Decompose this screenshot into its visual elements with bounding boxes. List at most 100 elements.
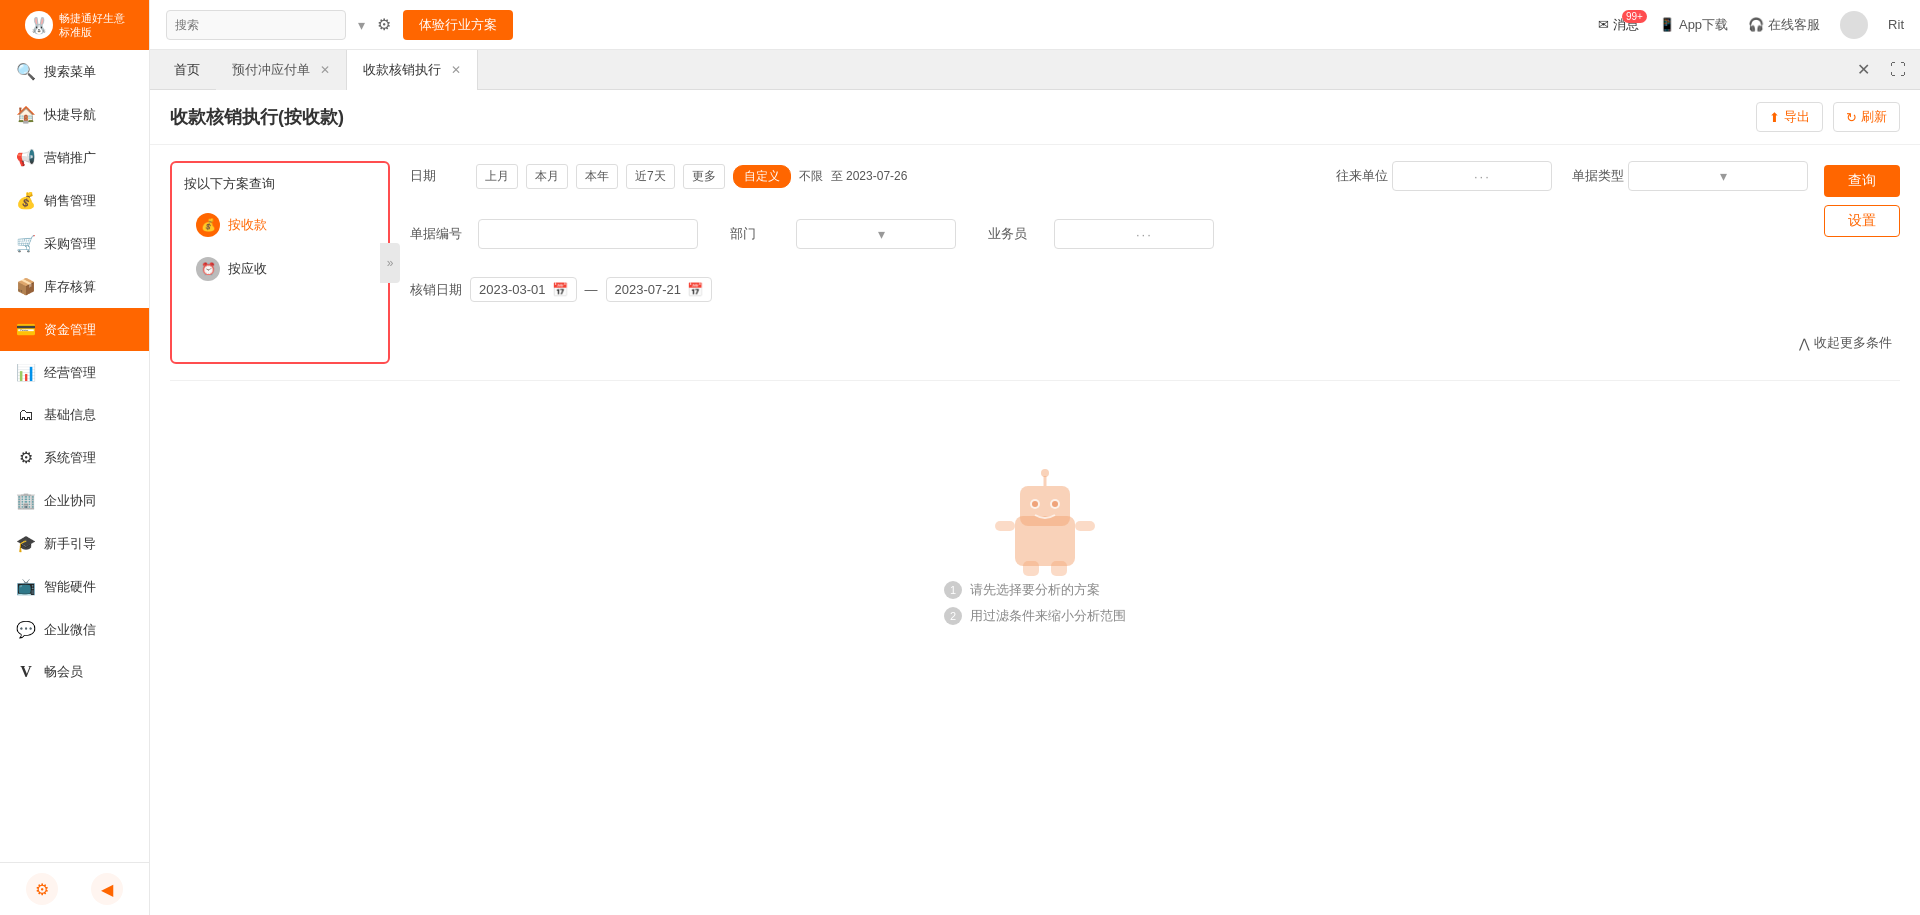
app-icon: 📱 [1659,17,1675,32]
calendar-start-icon: 📅 [552,282,568,297]
logo-icon: 🐰 [25,11,53,39]
counterpart-select[interactable]: ··· [1392,161,1552,191]
service-icon: 🎧 [1748,17,1764,32]
logo-text: 畅捷通好生意 标准版 [59,11,125,40]
tab-prepay-close-icon[interactable]: ✕ [320,63,330,77]
sidebar-item-member[interactable]: V 畅会员 [0,651,149,693]
sidebar-item-sales[interactable]: 💰 销售管理 [0,179,149,222]
sidebar-item-enterprise[interactable]: 🏢 企业协同 [0,479,149,522]
system-icon: ⚙ [16,448,36,467]
sidebar-item-search[interactable]: 🔍 搜索菜单 [0,50,149,93]
filter-receivable-icon: ⏰ [196,257,220,281]
date-this-month-btn[interactable]: 本月 [526,164,568,189]
sidebar-item-purchase[interactable]: 🛒 采购管理 [0,222,149,265]
close-tab-icon[interactable]: ✕ [1851,60,1876,79]
counterpart-label: 往来单位 [1336,167,1388,185]
export-button[interactable]: ⬆ 导出 [1756,102,1823,132]
tip-num-1: 1 [944,581,962,599]
sidebar-item-inventory[interactable]: 📦 库存核算 [0,265,149,308]
empty-tip-1: 1 请先选择要分析的方案 [944,581,1126,599]
dept-chevron-icon: ▾ [878,226,947,242]
filter-date-row: 日期 上月 本月 本年 近7天 更多 自定义 不限 至 2023-07-26 [410,161,1808,191]
dept-select[interactable]: ▾ [796,219,956,249]
verify-date-end-value: 2023-07-21 [615,282,682,297]
basic-icon: 🗂 [16,406,36,424]
sidebar-item-quicknav[interactable]: 🏠 快捷导航 [0,93,149,136]
filter-option-by-receipt[interactable]: 💰 按收款 [184,205,376,245]
date-last-7-btn[interactable]: 近7天 [626,164,675,189]
refresh-icon: ↻ [1846,110,1857,125]
svg-rect-10 [1023,561,1039,576]
sidebar-item-system[interactable]: ⚙ 系统管理 [0,436,149,479]
settings-button[interactable]: 设置 [1824,205,1900,237]
export-icon: ⬆ [1769,110,1780,125]
query-button[interactable]: 查询 [1824,165,1900,197]
date-label: 日期 [410,167,460,185]
filter-collapse-btn[interactable]: » [380,243,400,283]
sidebar-item-operations[interactable]: 📊 经营管理 [0,351,149,394]
sidebar-item-guide[interactable]: 🎓 新手引导 [0,522,149,565]
counterpart-dots-icon[interactable]: ··· [1474,169,1543,184]
topbar-gear-icon[interactable]: ⚙ [377,15,391,34]
refresh-button[interactable]: ↻ 刷新 [1833,102,1900,132]
app-download-button[interactable]: 📱 App下载 [1659,16,1728,34]
purchase-icon: 🛒 [16,234,36,253]
sidebar-item-marketing[interactable]: 📢 营销推广 [0,136,149,179]
main-area: ▾ ⚙ 体验行业方案 ✉ 消息 99+ 📱 App下载 🎧 在线客服 Rit 首… [150,0,1920,915]
sidebar-nav: 🔍 搜索菜单 🏠 快捷导航 📢 营销推广 💰 销售管理 🛒 采购管理 📦 库存核… [0,50,149,862]
staff-select[interactable]: ··· [1054,219,1214,249]
hardware-icon: 📺 [16,577,36,596]
date-last-month-btn[interactable]: 上月 [476,164,518,189]
sidebar-item-basic[interactable]: 🗂 基础信息 [0,394,149,436]
collapse-sidebar-btn[interactable]: ◀ [91,873,123,905]
expand-icon[interactable]: ⛶ [1884,61,1912,79]
svg-point-7 [1041,469,1049,477]
date-this-year-btn[interactable]: 本年 [576,164,618,189]
online-service-button[interactable]: 🎧 在线客服 [1748,16,1820,34]
collapse-more-btn[interactable]: ⋀ 收起更多条件 [1791,330,1900,356]
sidebar-item-funds[interactable]: 💳 资金管理 [0,308,149,351]
staff-dots-icon[interactable]: ··· [1136,227,1205,242]
empty-robot-svg [985,461,1105,581]
svg-point-5 [1052,501,1058,507]
tab-receivable-close-icon[interactable]: ✕ [451,63,461,77]
home-icon: 🏠 [16,105,36,124]
member-icon: V [16,663,36,681]
message-button[interactable]: ✉ 消息 99+ [1598,16,1639,34]
doc-number-input[interactable] [478,219,698,249]
tab-receivable[interactable]: 收款核销执行 ✕ [347,50,478,90]
doc-type-select[interactable]: ▾ [1628,161,1808,191]
empty-state: 1 请先选择要分析的方案 2 用过滤条件来缩小分析范围 [150,381,1920,705]
date-custom-btn[interactable]: 自定义 [733,165,791,188]
tab-home[interactable]: 首页 [158,50,216,90]
marketing-icon: 📢 [16,148,36,167]
date-no-limit-label: 不限 [799,168,823,185]
sidebar-item-hardware[interactable]: 📺 智能硬件 [0,565,149,608]
filter-right-panel: 日期 上月 本月 本年 近7天 更多 自定义 不限 至 2023-07-26 [410,161,1900,364]
doc-type-chevron-icon: ▾ [1720,168,1799,184]
guide-icon: 🎓 [16,534,36,553]
funds-icon: 💳 [16,320,36,339]
filter-docnum-row: 单据编号 部门 ▾ 业务员 ··· [410,219,1808,249]
page-inner: 收款核销执行(按收款) ⬆ 导出 ↻ 刷新 按以下方案查询 [150,90,1920,915]
message-icon: ✉ [1598,17,1609,32]
inventory-icon: 📦 [16,277,36,296]
topbar-search-input[interactable] [166,10,346,40]
topbar-chevron-icon[interactable]: ▾ [358,17,365,33]
verify-date-end-input[interactable]: 2023-07-21 📅 [606,277,713,302]
page-header-actions: ⬆ 导出 ↻ 刷新 [1756,102,1900,132]
sidebar-bottom: ⚙ ◀ [0,862,149,915]
filter-receipt-icon: 💰 [196,213,220,237]
verify-date-start-input[interactable]: 2023-03-01 📅 [470,277,577,302]
settings-bottom-btn[interactable]: ⚙ [26,873,58,905]
doc-number-label: 单据编号 [410,225,462,243]
tab-prepay[interactable]: 预付冲应付单 ✕ [216,50,347,90]
svg-rect-8 [995,521,1015,531]
date-more-btn[interactable]: 更多 [683,164,725,189]
sidebar-item-wechat[interactable]: 💬 企业微信 [0,608,149,651]
industry-solution-button[interactable]: 体验行业方案 [403,10,513,40]
filter-option-by-receivable[interactable]: ⏰ 按应收 [184,249,376,289]
page-title: 收款核销执行(按收款) [170,105,344,129]
sidebar: 🐰 畅捷通好生意 标准版 🔍 搜索菜单 🏠 快捷导航 📢 营销推广 💰 销售管理… [0,0,150,915]
date-to-label: 至 2023-07-26 [831,168,908,185]
